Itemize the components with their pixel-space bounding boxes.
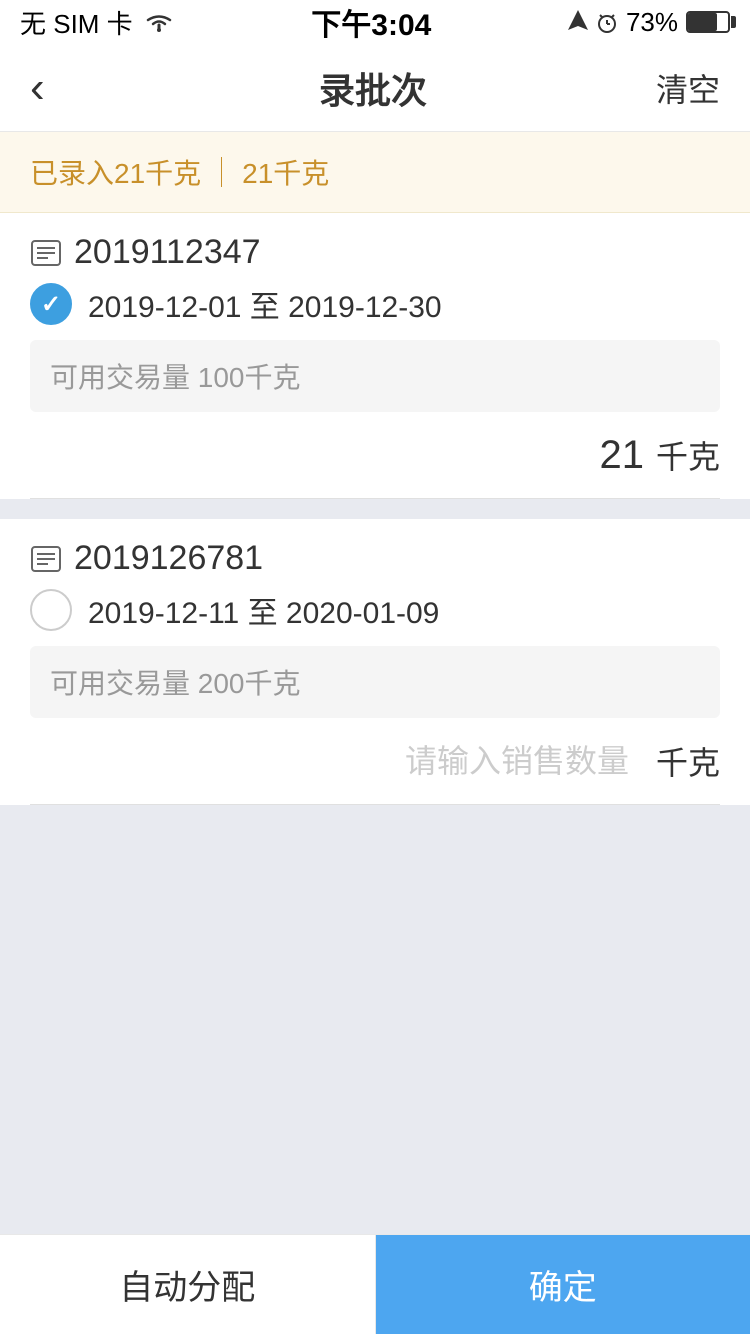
batch-list: 2019112347 ✓ 2019-12-01 至 2019-12-30 可用交…	[0, 213, 750, 1235]
batch-item-1: 2019112347 ✓ 2019-12-01 至 2019-12-30 可用交…	[0, 213, 750, 499]
alarm-icon	[596, 11, 618, 33]
empty-content-area	[0, 805, 750, 1235]
batch-1-date-row: ✓ 2019-12-01 至 2019-12-30	[30, 282, 720, 326]
batch-2-id: 2019126781	[74, 539, 263, 578]
batch-2-id-icon	[30, 543, 62, 575]
batch-2-date-row: 2019-12-11 至 2020-01-09	[30, 588, 720, 632]
status-right: 73%	[568, 7, 730, 38]
batch-item-2: 2019126781 2019-12-11 至 2020-01-09 可用交易量…	[0, 519, 750, 805]
batch-1-availability-text: 可用交易量 100千克	[50, 362, 301, 393]
clear-button[interactable]: 清空	[656, 65, 720, 111]
summary-divider	[221, 157, 222, 187]
batch-2-input-row[interactable]: 千克	[30, 718, 720, 805]
summary-value-label: 21千克	[242, 152, 329, 192]
batch-1-date: 2019-12-01 至 2019-12-30	[88, 282, 442, 326]
batch-1-id-icon	[30, 237, 62, 269]
batch-1-radio[interactable]: ✓	[30, 283, 72, 325]
battery-percent: 73%	[626, 7, 678, 38]
auto-distribute-button[interactable]: 自动分配	[0, 1235, 376, 1334]
batch-1-header: 2019112347	[30, 233, 720, 272]
batch-1-quantity-value: 21	[599, 433, 644, 478]
batch-separator	[0, 499, 750, 519]
batch-1-check-icon: ✓	[41, 290, 61, 319]
batch-2-quantity-input[interactable]	[344, 743, 644, 780]
batch-2-date: 2019-12-11 至 2020-01-09	[88, 588, 439, 632]
batch-1-quantity-row: 21 千克	[30, 412, 720, 499]
wifi-icon	[143, 11, 175, 33]
carrier-text: 无 SIM 卡	[20, 4, 133, 41]
batch-1-quantity-unit: 千克	[656, 432, 720, 478]
batch-2-radio[interactable]	[30, 589, 72, 631]
batch-2-unit: 千克	[656, 738, 720, 784]
battery-icon	[686, 11, 730, 33]
summary-recorded-label: 已录入21千克	[30, 152, 201, 192]
batch-2-header: 2019126781	[30, 539, 720, 578]
batch-2-availability-text: 可用交易量 200千克	[50, 668, 301, 699]
page-title: 录批次	[319, 62, 427, 114]
status-time: 下午3:04	[311, 0, 431, 44]
status-left: 无 SIM 卡	[20, 4, 175, 41]
batch-1-availability: 可用交易量 100千克	[30, 340, 720, 412]
status-bar: 无 SIM 卡 下午3:04 73%	[0, 0, 750, 44]
summary-banner: 已录入21千克 21千克	[0, 132, 750, 213]
confirm-button[interactable]: 确定	[376, 1235, 750, 1334]
back-button[interactable]: ‹	[30, 63, 90, 113]
location-icon	[568, 10, 588, 34]
batch-1-id: 2019112347	[74, 233, 261, 272]
bottom-bar: 自动分配 确定	[0, 1234, 750, 1334]
nav-bar: ‹ 录批次 清空	[0, 44, 750, 132]
batch-2-availability: 可用交易量 200千克	[30, 646, 720, 718]
